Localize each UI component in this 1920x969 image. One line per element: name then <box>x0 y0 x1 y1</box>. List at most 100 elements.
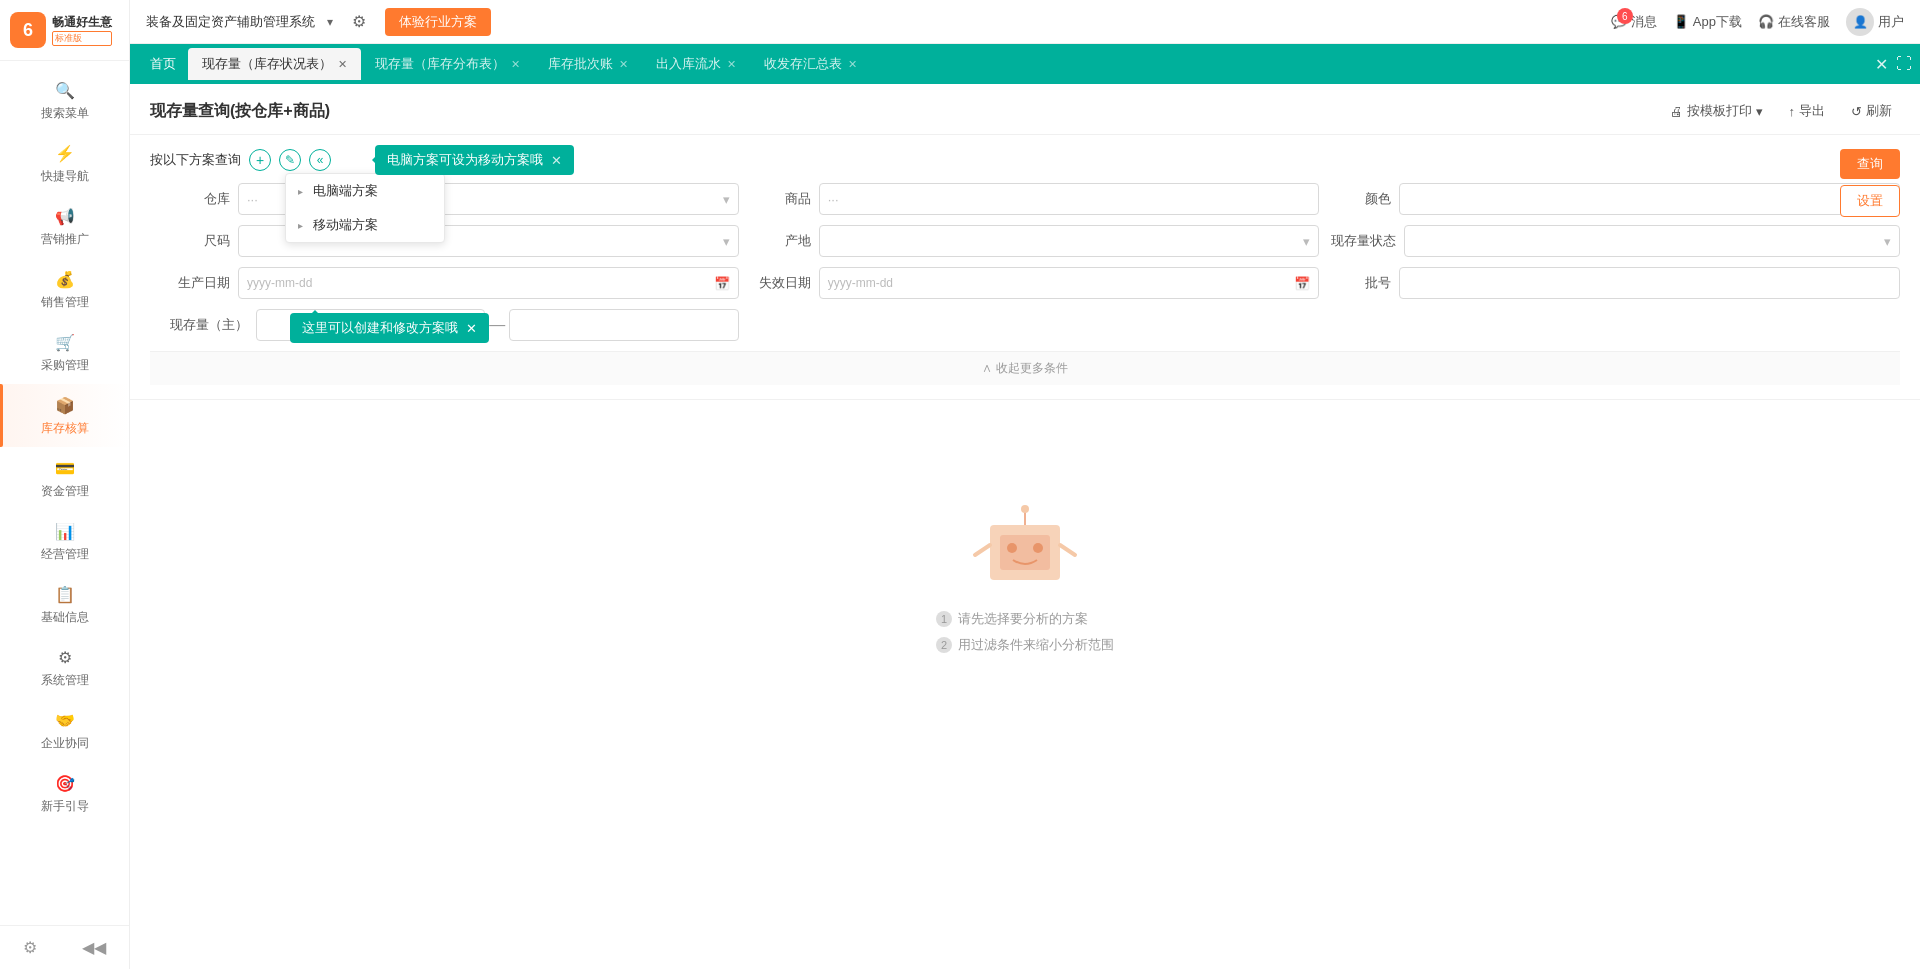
refresh-icon: ↺ <box>1851 104 1862 119</box>
size-label: 尺码 <box>170 232 230 250</box>
produce-date-input[interactable]: yyyy-mm-dd 📅 <box>238 267 739 299</box>
sidebar-item-guide[interactable]: 🎯 新手引导 <box>0 762 129 825</box>
sidebar-item-basic-info[interactable]: 📋 基础信息 <box>0 573 129 636</box>
tab-batch-account[interactable]: 库存批次账 ✕ <box>534 48 642 80</box>
sidebar-item-management[interactable]: 📊 经营管理 <box>0 510 129 573</box>
trial-button[interactable]: 体验行业方案 <box>385 8 491 36</box>
svg-line-7 <box>1060 545 1075 555</box>
tab-close-0[interactable]: ✕ <box>338 58 347 71</box>
tab-fullscreen-icon[interactable]: ⛶ <box>1896 55 1912 73</box>
tab-receive-send[interactable]: 收发存汇总表 ✕ <box>750 48 871 80</box>
size-dropdown-icon: ▾ <box>723 234 730 249</box>
scheme-tooltip: 电脑方案可设为移动方案哦 ✕ <box>375 145 574 175</box>
tabbar: 首页 现存量（库存状况表） ✕ 现存量（库存分布表） ✕ 库存批次账 ✕ 出入库… <box>130 44 1920 84</box>
filter-add-button[interactable]: + <box>249 149 271 171</box>
scheme-item-mobile[interactable]: ▸ 移动端方案 <box>286 208 444 242</box>
export-icon: ↑ <box>1789 104 1796 119</box>
stock-amount-label: 现存量（主） <box>170 316 248 334</box>
user-area[interactable]: 👤 用户 <box>1846 8 1904 36</box>
message-btn[interactable]: 💬 6 消息 <box>1611 13 1657 31</box>
sidebar-item-finance[interactable]: 💳 资金管理 <box>0 447 129 510</box>
tab-inventory-dist[interactable]: 现存量（库存分布表） ✕ <box>361 48 534 80</box>
filter-stock-status-field: 现存量状态 ▾ <box>1331 225 1900 257</box>
origin-select[interactable]: ▾ <box>819 225 1320 257</box>
topbar-settings-icon[interactable]: ⚙ <box>345 8 373 36</box>
collapse-bar[interactable]: ∧ 收起更多条件 <box>150 351 1900 385</box>
system-dropdown-icon[interactable]: ▾ <box>327 15 333 29</box>
expire-date-label: 失效日期 <box>751 274 811 292</box>
sidebar-item-search-label: 搜索菜单 <box>41 105 89 122</box>
action-buttons: 查询 设置 <box>1840 149 1900 217</box>
color-select[interactable]: ▾ <box>1399 183 1900 215</box>
online-support-btn[interactable]: 🎧 在线客服 <box>1758 13 1830 31</box>
settings-button[interactable]: 设置 <box>1840 185 1900 217</box>
purchase-icon: 🛒 <box>54 331 76 353</box>
logo-area: 6 畅通好生意 标准版 <box>0 0 129 61</box>
svg-point-2 <box>1007 543 1017 553</box>
expire-date-input[interactable]: yyyy-mm-dd 📅 <box>819 267 1320 299</box>
color-label: 颜色 <box>1331 190 1391 208</box>
tab-close-1[interactable]: ✕ <box>511 58 520 71</box>
warehouse-label: 仓库 <box>170 190 230 208</box>
sidebar-item-marketing[interactable]: 📢 营销推广 <box>0 195 129 258</box>
empty-state: 1 请先选择要分析的方案 2 用过滤条件来缩小分析范围 <box>130 400 1920 734</box>
app-download-btn[interactable]: 📱 App下载 <box>1673 13 1742 31</box>
hint-num-2: 2 <box>936 637 952 653</box>
sidebar-item-system[interactable]: ⚙ 系统管理 <box>0 636 129 699</box>
hint-num-1: 1 <box>936 611 952 627</box>
svg-line-6 <box>975 545 990 555</box>
nav-icon: ⚡ <box>54 142 76 164</box>
sidebar-item-nav[interactable]: ⚡ 快捷导航 <box>0 132 129 195</box>
sidebar-menu: 🔍 搜索菜单 ⚡ 快捷导航 📢 营销推广 💰 销售管理 🛒 采购管理 📦 库存核… <box>0 61 129 925</box>
system-icon: ⚙ <box>54 646 76 668</box>
goods-select[interactable]: ··· <box>819 183 1320 215</box>
sidebar-item-management-label: 经营管理 <box>41 546 89 563</box>
tab-close-3[interactable]: ✕ <box>727 58 736 71</box>
settings-bottom-icon[interactable]: ⚙ <box>23 938 37 957</box>
tab-home[interactable]: 首页 <box>138 48 188 80</box>
sidebar-item-sales[interactable]: 💰 销售管理 <box>0 258 129 321</box>
tab-close-2[interactable]: ✕ <box>619 58 628 71</box>
tab-inout-flow[interactable]: 出入库流水 ✕ <box>642 48 750 80</box>
stock-status-select[interactable]: ▾ <box>1404 225 1900 257</box>
export-btn[interactable]: ↑ 导出 <box>1781 98 1834 124</box>
filter-edit-button[interactable]: ✎ <box>279 149 301 171</box>
sidebar-item-inventory[interactable]: 📦 库存核算 <box>0 384 129 447</box>
scheme-tooltip-close[interactable]: ✕ <box>551 153 562 168</box>
tab-close-4[interactable]: ✕ <box>848 58 857 71</box>
scheme-item-desktop[interactable]: ▸ 电脑端方案 <box>286 174 444 208</box>
tab-close-all-icon[interactable]: ✕ <box>1875 55 1888 74</box>
batch-input[interactable] <box>1399 267 1900 299</box>
goods-label: 商品 <box>751 190 811 208</box>
warehouse-dropdown-icon: ▾ <box>723 192 730 207</box>
marketing-icon: 📢 <box>54 205 76 227</box>
filter-back-button[interactable]: « <box>309 149 331 171</box>
management-icon: 📊 <box>54 520 76 542</box>
sidebar-item-purchase[interactable]: 🛒 采购管理 <box>0 321 129 384</box>
tab-inventory-status[interactable]: 现存量（库存状况表） ✕ <box>188 48 361 80</box>
sidebar-item-marketing-label: 营销推广 <box>41 231 89 248</box>
inventory-icon: 📦 <box>54 394 76 416</box>
query-button[interactable]: 查询 <box>1840 149 1900 179</box>
filter-produce-date-field: 生产日期 yyyy-mm-dd 📅 <box>170 267 739 299</box>
filter-batch-field: 批号 <box>1331 267 1900 299</box>
sidebar-item-system-label: 系统管理 <box>41 672 89 689</box>
empty-svg <box>965 480 1085 600</box>
sidebar-item-search[interactable]: 🔍 搜索菜单 <box>0 69 129 132</box>
headset-icon: 🎧 <box>1758 14 1774 29</box>
edit-tooltip-close[interactable]: ✕ <box>466 321 477 336</box>
message-label: 消息 <box>1631 13 1657 31</box>
finance-icon: 💳 <box>54 457 76 479</box>
sidebar-item-enterprise[interactable]: 🤝 企业协同 <box>0 699 129 762</box>
empty-hints: 1 请先选择要分析的方案 2 用过滤条件来缩小分析范围 <box>936 610 1114 654</box>
filter-origin-field: 产地 ▾ <box>751 225 1320 257</box>
collapse-sidebar-icon[interactable]: ◀◀ <box>82 938 106 957</box>
refresh-btn[interactable]: ↺ 刷新 <box>1843 98 1900 124</box>
print-btn[interactable]: 🖨 按模板打印 ▾ <box>1662 98 1771 124</box>
sidebar-item-inventory-label: 库存核算 <box>41 420 89 437</box>
filter-row-3: 生产日期 yyyy-mm-dd 📅 失效日期 yyyy-mm-dd 📅 <box>170 267 1900 299</box>
svg-point-3 <box>1033 543 1043 553</box>
print-icon: 🖨 <box>1670 104 1683 119</box>
stock-amount-max-input[interactable] <box>509 309 738 341</box>
tabbar-right: ✕ ⛶ <box>1875 55 1912 74</box>
